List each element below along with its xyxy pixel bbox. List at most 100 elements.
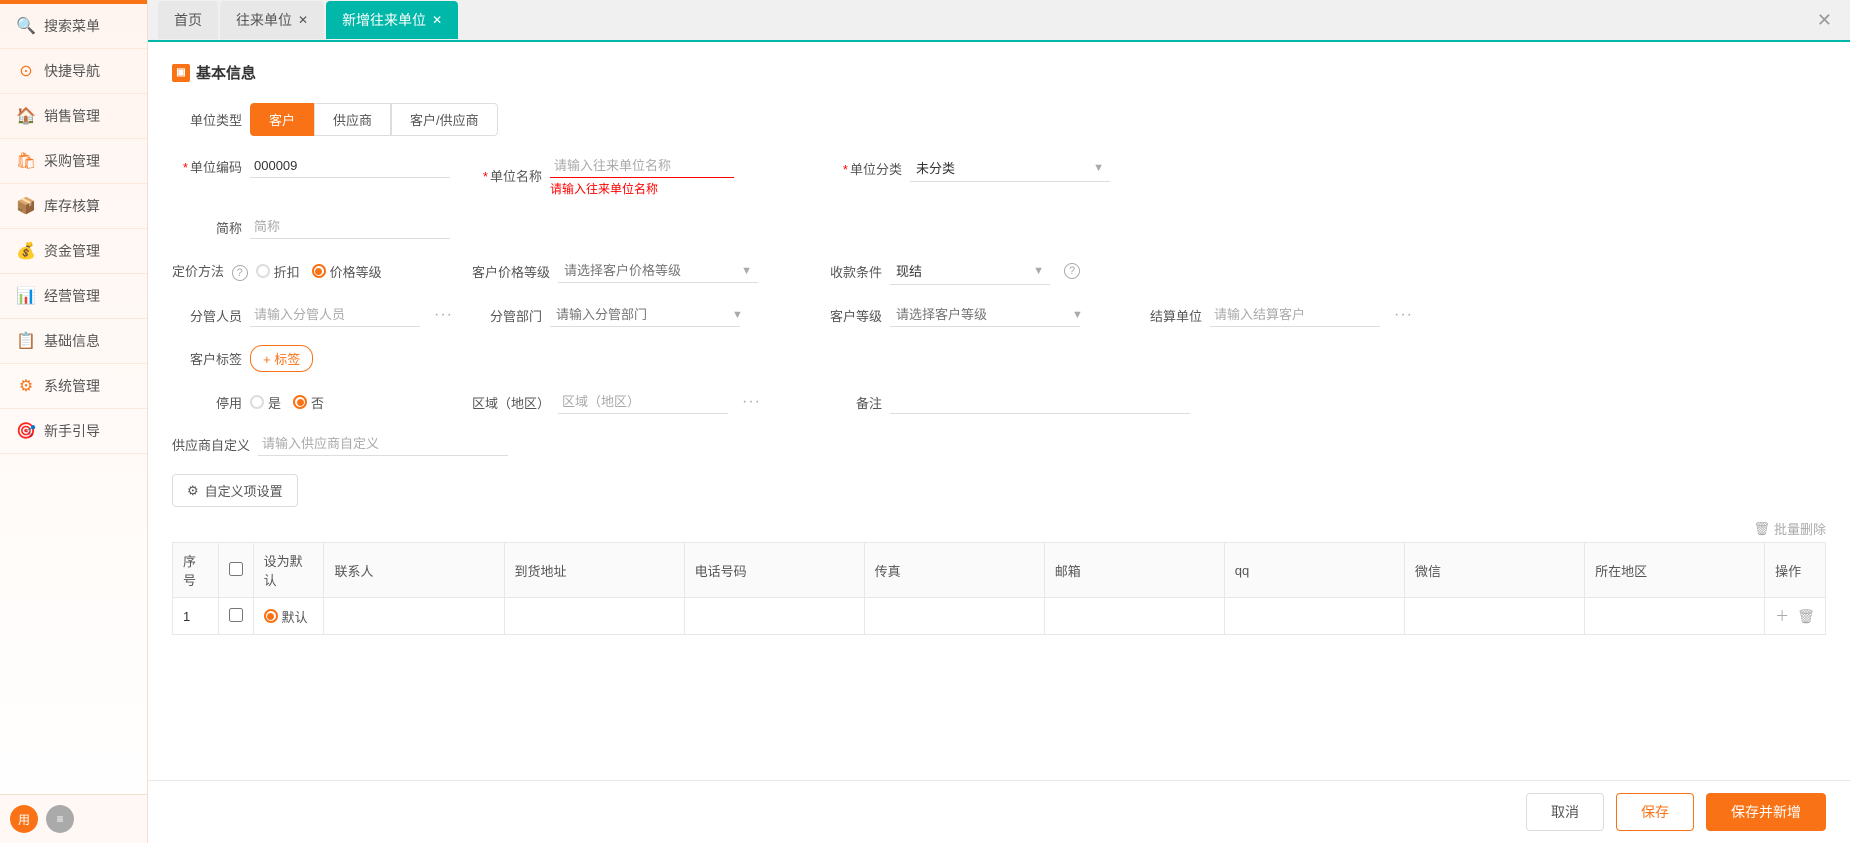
phone-input[interactable]	[695, 609, 854, 624]
customer-price-level-label: 客户价格等级	[472, 262, 550, 281]
sidebar-item-basic-info[interactable]: 📋 基础信息	[0, 319, 147, 364]
manager-field: 分管人员 ···	[172, 303, 452, 327]
customer-price-level-field: 客户价格等级 ▼	[472, 259, 792, 283]
manager-label: 分管人员	[172, 306, 242, 325]
unit-type-customer-btn[interactable]: 客户	[250, 103, 314, 136]
tab-counterparty-label: 往来单位	[236, 10, 292, 30]
sidebar-item-inventory[interactable]: 📦 库存核算	[0, 184, 147, 229]
radio-discount[interactable]: 折扣	[256, 262, 300, 281]
cell-wechat[interactable]	[1405, 598, 1585, 635]
finance-icon: 💰	[16, 241, 36, 261]
customer-level-input[interactable]	[896, 307, 1072, 322]
manager-more-btn[interactable]: ···	[434, 306, 453, 324]
tab-counterparty-close[interactable]: ✕	[298, 14, 308, 26]
department-input[interactable]	[556, 307, 732, 322]
cell-email[interactable]	[1044, 598, 1224, 635]
unit-name-field: *单位名称 请输入往来单位名称	[472, 154, 812, 197]
sidebar-item-quick-nav[interactable]: ⊙ 快捷导航	[0, 49, 147, 94]
tab-new-counterparty-close[interactable]: ✕	[432, 14, 442, 26]
unit-type-both-btn[interactable]: 客户/供应商	[391, 103, 498, 136]
sidebar-item-sales[interactable]: 🏠 销售管理	[0, 94, 147, 139]
tab-bar-close-btn[interactable]: ✕	[1809, 10, 1840, 31]
save-btn[interactable]: 保存	[1616, 793, 1694, 831]
unit-type-supplier-btn[interactable]: 供应商	[314, 103, 391, 136]
unit-category-select[interactable]: 未分类 ▼	[910, 154, 1110, 182]
cancel-btn[interactable]: 取消	[1526, 793, 1604, 831]
sidebar-item-system[interactable]: ⚙ 系统管理	[0, 364, 147, 409]
payment-terms-help-icon[interactable]: ?	[1064, 263, 1080, 279]
region-table-input[interactable]	[1595, 609, 1754, 624]
qq-input[interactable]	[1235, 609, 1394, 624]
pricing-help-icon[interactable]: ?	[232, 265, 248, 281]
email-input[interactable]	[1055, 609, 1214, 624]
default-label: 默认	[282, 607, 308, 626]
fax-input[interactable]	[875, 609, 1034, 624]
settings-bottom-icon[interactable]: ≡	[46, 805, 74, 833]
home-icon: ⊙	[16, 61, 36, 81]
remark-input[interactable]	[890, 390, 1190, 413]
unit-code-input[interactable]	[250, 154, 450, 177]
cell-qq[interactable]	[1224, 598, 1404, 635]
sidebar-item-finance[interactable]: 💰 资金管理	[0, 229, 147, 274]
add-tag-btn[interactable]: + 标签	[250, 345, 313, 372]
region-label: 区域（地区）	[472, 393, 550, 412]
tab-home[interactable]: 首页	[158, 1, 218, 39]
th-fax: 传真	[864, 543, 1044, 598]
sidebar-item-purchase[interactable]: 🛍 采购管理	[0, 139, 147, 184]
settlement-unit-more-btn[interactable]: ···	[1394, 306, 1413, 324]
radio-discount-label: 折扣	[274, 262, 300, 281]
form-content: ▣ 基本信息 单位类型 客户 供应商 客户/供应商 *单位编码	[148, 42, 1850, 780]
sidebar: 🔍 搜索菜单 ⊙ 快捷导航 🏠 销售管理 🛍 采购管理 📦 库存核算 💰 资金管…	[0, 0, 148, 843]
row-checkbox[interactable]	[229, 608, 243, 622]
save-and-add-btn[interactable]: 保存并新增	[1706, 793, 1826, 831]
sidebar-item-search[interactable]: 🔍 搜索菜单	[0, 4, 147, 49]
chevron-down-icon4: ▼	[732, 309, 743, 321]
department-select[interactable]: ▼	[550, 303, 740, 327]
supplier-custom-input[interactable]	[258, 432, 508, 455]
manager-input[interactable]	[250, 303, 434, 326]
region-more-btn[interactable]: ···	[742, 393, 761, 411]
short-name-input[interactable]	[250, 215, 450, 238]
sidebar-item-operations[interactable]: 📊 经营管理	[0, 274, 147, 319]
row-default-radio[interactable]: 默认	[264, 607, 314, 626]
th-default: 设为默认	[253, 543, 324, 598]
region-input[interactable]	[558, 390, 742, 413]
cell-phone[interactable]	[684, 598, 864, 635]
search-icon: 🔍	[16, 16, 36, 36]
customer-level-select[interactable]: ▼	[890, 303, 1080, 327]
th-contact: 联系人	[324, 543, 504, 598]
customer-price-level-select[interactable]: ▼	[558, 259, 758, 283]
select-all-checkbox[interactable]	[229, 562, 243, 576]
tab-counterparty[interactable]: 往来单位 ✕	[220, 1, 324, 39]
department-label: 分管部门	[472, 306, 542, 325]
user-avatar[interactable]: 用	[10, 805, 38, 833]
batch-delete-btn[interactable]: 🗑 批量删除	[1753, 519, 1826, 538]
cell-address[interactable]	[504, 598, 684, 635]
sidebar-item-guide[interactable]: 🎯 新手引导	[0, 409, 147, 454]
delete-row-btn[interactable]: 🗑	[1797, 608, 1815, 625]
settlement-unit-input[interactable]	[1210, 303, 1394, 326]
manager-wrap: ···	[250, 303, 420, 327]
cell-region[interactable]	[1585, 598, 1765, 635]
radio-price-level[interactable]: 价格等级	[312, 262, 382, 281]
payment-terms-select[interactable]: 现结 ▼	[890, 257, 1050, 285]
manager-row: 分管人员 ··· 分管部门 ▼ 客户等级 ▼	[172, 303, 1826, 327]
contact-input[interactable]	[334, 609, 493, 624]
tab-new-counterparty[interactable]: 新增往来单位 ✕	[326, 1, 458, 39]
add-row-btn[interactable]: ＋	[1775, 606, 1789, 626]
unit-name-input[interactable]	[550, 154, 734, 177]
section-icon: ▣	[172, 64, 190, 82]
wechat-input[interactable]	[1415, 609, 1574, 624]
chevron-down-icon: ▼	[1093, 162, 1104, 174]
batch-delete-wrap: 🗑 批量删除	[172, 519, 1826, 538]
pricing-method-field: 定价方法 ? 折扣 价格等级	[172, 261, 452, 281]
region-wrap: ···	[558, 390, 728, 414]
address-input[interactable]	[515, 609, 674, 624]
custom-settings-btn[interactable]: ⚙ 自定义项设置	[172, 474, 298, 507]
radio-yes[interactable]: 是	[250, 393, 281, 412]
cell-contact[interactable]	[324, 598, 504, 635]
department-field: 分管部门 ▼	[472, 303, 792, 327]
customer-price-level-input[interactable]	[564, 263, 741, 278]
radio-no[interactable]: 否	[293, 393, 324, 412]
cell-fax[interactable]	[864, 598, 1044, 635]
